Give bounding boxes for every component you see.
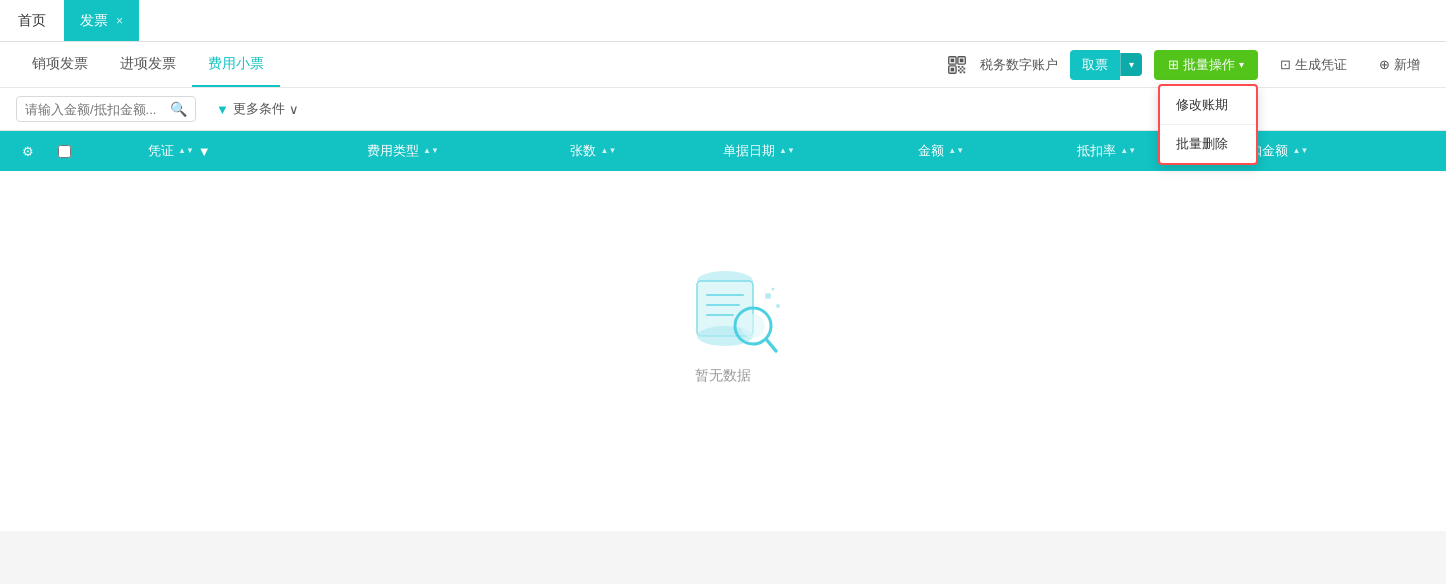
- generate-voucher-btn[interactable]: ⊡ 生成凭证: [1270, 50, 1357, 80]
- sub-nav-left: 销项发票 进项发票 费用小票: [16, 42, 280, 87]
- th-voucher-filter-icon[interactable]: ▼: [198, 144, 211, 159]
- sub-nav-right: 税务数字账户 取票 ▾ ⊞ 批量操作 ▾ 修改账期 批量删除 ⊡ 生成凭证: [946, 50, 1430, 80]
- svg-point-24: [776, 304, 780, 308]
- nav-home[interactable]: 首页: [0, 0, 64, 41]
- filter-label: 更多条件: [233, 100, 285, 118]
- batch-op-dropdown: ⊞ 批量操作 ▾ 修改账期 批量删除: [1154, 50, 1258, 80]
- menu-item-batch-delete[interactable]: 批量删除: [1160, 124, 1256, 163]
- take-ticket-arrow-btn[interactable]: ▾: [1120, 53, 1142, 76]
- th-count-sort-icon: ▲▼: [600, 147, 616, 155]
- svg-point-21: [741, 314, 765, 338]
- th-amount[interactable]: 金额 ▲▼: [858, 142, 1024, 160]
- empty-state: 暂无数据: [0, 171, 1446, 425]
- svg-rect-10: [960, 67, 962, 69]
- batch-op-chevron: ▾: [1239, 59, 1244, 70]
- filter-chevron: ∨: [289, 102, 299, 117]
- sub-nav: 销项发票 进项发票 费用小票 税务数字账户 取票 ▾: [0, 42, 1446, 88]
- nav-tab-label: 发票: [80, 12, 108, 30]
- empty-text: 暂无数据: [695, 367, 751, 385]
- empty-illustration: [673, 251, 773, 351]
- generate-voucher-label: 生成凭证: [1295, 56, 1347, 74]
- add-icon: ⊕: [1379, 57, 1390, 72]
- qr-icon[interactable]: [946, 54, 968, 76]
- svg-rect-13: [963, 71, 965, 73]
- batch-op-btn[interactable]: ⊞ 批量操作 ▾: [1154, 50, 1258, 80]
- th-voucher[interactable]: 凭证 ▲▼ ▼: [80, 142, 279, 160]
- batch-op-menu: 修改账期 批量删除: [1158, 84, 1258, 165]
- svg-rect-8: [958, 69, 960, 71]
- svg-rect-9: [962, 69, 964, 71]
- svg-rect-3: [960, 58, 964, 62]
- search-box: 🔍: [16, 96, 196, 122]
- svg-rect-5: [951, 67, 955, 71]
- nav-active-tab[interactable]: 发票 ×: [64, 0, 139, 41]
- search-icon: 🔍: [170, 101, 187, 117]
- tab-sales-invoice[interactable]: 销项发票: [16, 42, 104, 87]
- th-amount-sort-icon: ▲▼: [948, 147, 964, 155]
- tax-digital-btn[interactable]: 税务数字账户: [980, 56, 1058, 74]
- th-date-label: 单据日期: [723, 142, 775, 160]
- tab-expense-receipt[interactable]: 费用小票: [192, 42, 280, 87]
- take-ticket-btn-group: 取票 ▾: [1070, 50, 1142, 80]
- th-amount-label: 金额: [918, 142, 944, 160]
- svg-rect-7: [962, 65, 964, 67]
- th-count-label: 张数: [570, 142, 596, 160]
- th-voucher-label: 凭证: [148, 142, 174, 160]
- th-date[interactable]: 单据日期 ▲▼: [660, 142, 859, 160]
- tax-digital-label: 税务数字账户: [980, 56, 1058, 74]
- th-settings[interactable]: ⚙: [8, 144, 48, 159]
- th-count[interactable]: 张数 ▲▼: [527, 142, 659, 160]
- svg-rect-1: [951, 58, 955, 62]
- svg-line-22: [766, 339, 776, 351]
- search-input[interactable]: [25, 102, 164, 117]
- th-deduct-sort-icon: ▲▼: [1292, 147, 1308, 155]
- select-all-checkbox[interactable]: [58, 145, 71, 158]
- th-expense-type-label: 费用类型: [367, 142, 419, 160]
- svg-rect-12: [960, 71, 962, 73]
- svg-rect-6: [958, 65, 960, 67]
- th-rate-sort-icon: ▲▼: [1120, 147, 1136, 155]
- filter-icon: ▼: [216, 102, 229, 117]
- generate-voucher-icon: ⊡: [1280, 57, 1291, 72]
- th-date-sort-icon: ▲▼: [779, 147, 795, 155]
- batch-op-label: 批量操作: [1183, 56, 1235, 74]
- tab-input-invoice[interactable]: 进项发票: [104, 42, 192, 87]
- settings-icon: ⚙: [22, 144, 34, 159]
- add-new-btn[interactable]: ⊕ 新增: [1369, 50, 1430, 80]
- take-ticket-main-btn[interactable]: 取票: [1070, 50, 1120, 80]
- top-nav: 首页 发票 ×: [0, 0, 1446, 42]
- filter-btn[interactable]: ▼ 更多条件 ∨: [208, 96, 307, 122]
- svg-point-25: [772, 288, 775, 291]
- add-new-label: 新增: [1394, 56, 1420, 74]
- th-checkbox[interactable]: [48, 145, 80, 158]
- th-voucher-sort-icon: ▲▼: [178, 147, 194, 155]
- svg-rect-11: [963, 67, 965, 69]
- th-rate-label: 抵扣率: [1077, 142, 1116, 160]
- menu-item-modify-period[interactable]: 修改账期: [1160, 86, 1256, 124]
- nav-tab-close[interactable]: ×: [116, 14, 123, 28]
- th-expense-type[interactable]: 费用类型 ▲▼: [279, 142, 527, 160]
- th-expense-sort-icon: ▲▼: [423, 147, 439, 155]
- content-area: ⚙ 凭证 ▲▼ ▼ 费用类型 ▲▼ 张数 ▲▼ 单据日期 ▲▼ 金额 ▲▼ 抵扣…: [0, 131, 1446, 531]
- svg-point-23: [765, 293, 771, 299]
